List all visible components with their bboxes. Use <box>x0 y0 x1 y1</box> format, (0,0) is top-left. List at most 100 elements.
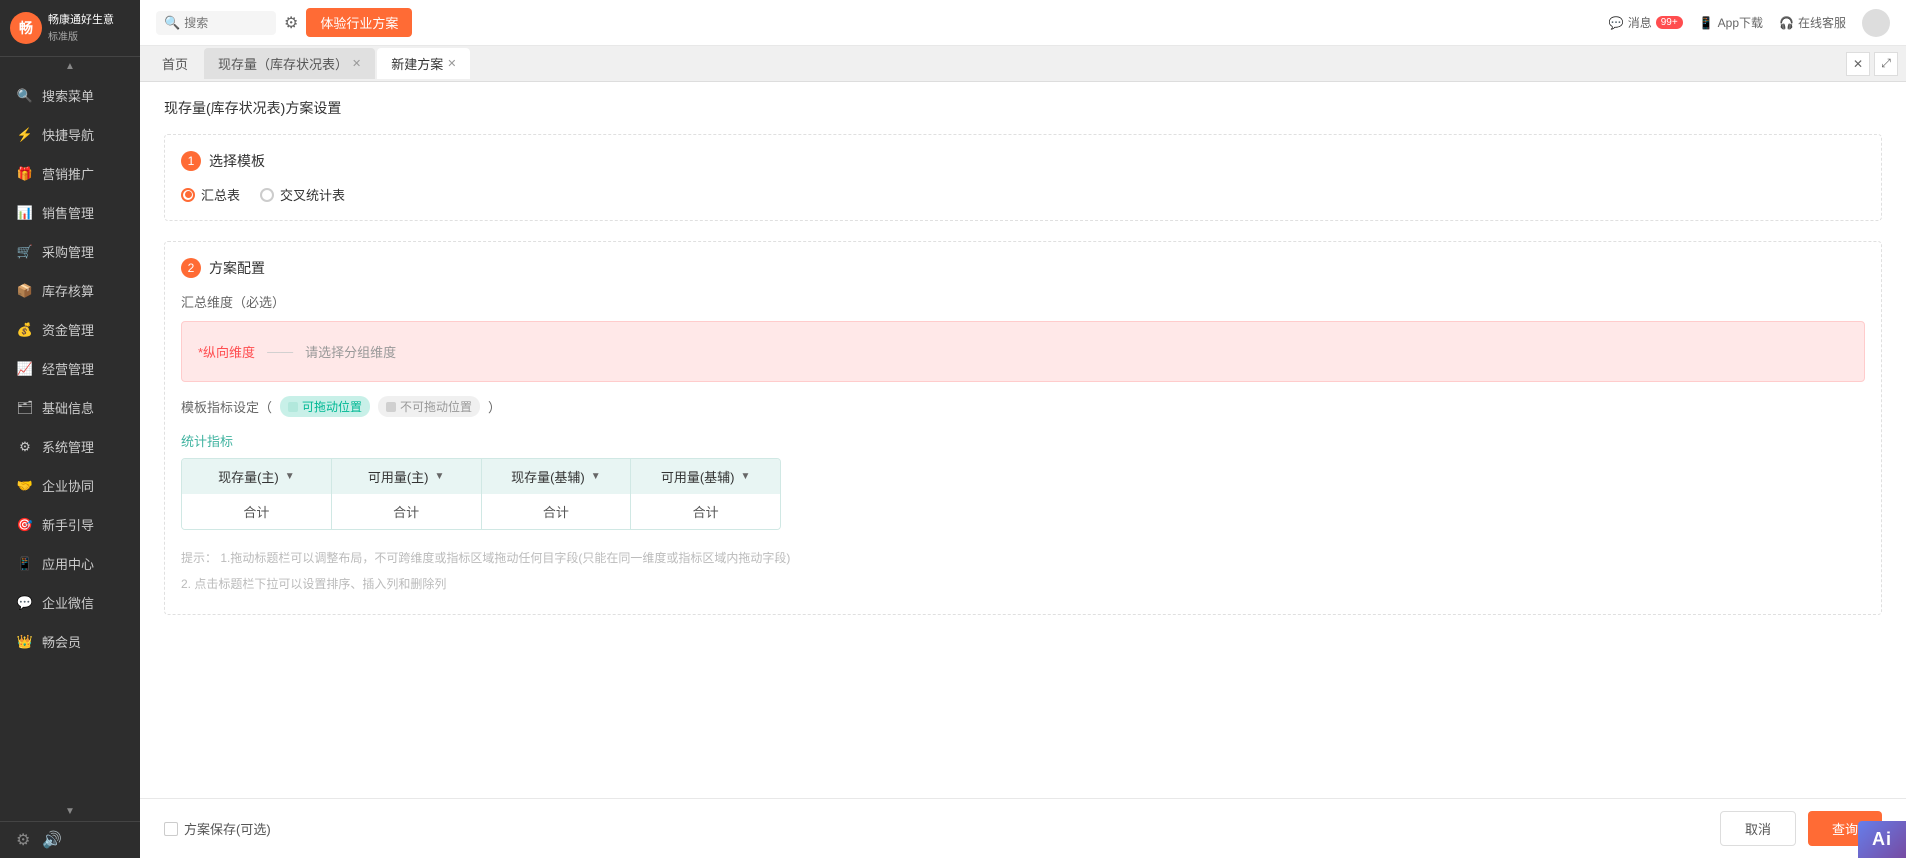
app-logo-icon: 畅 <box>10 12 42 44</box>
tab-home[interactable]: 首页 <box>148 48 202 79</box>
sidebar-item-member[interactable]: 👑 畅会员 <box>0 622 140 661</box>
finance-icon: 💰 <box>16 321 34 339</box>
stats-col-0-header[interactable]: 现存量(主) ▼ <box>182 459 332 494</box>
stats-header-row: 现存量(主) ▼ 可用量(主) ▼ 现存量(基辅) ▼ 可用量(基辅) <box>182 459 780 494</box>
sidebar-item-operations[interactable]: 📈 经营管理 <box>0 349 140 388</box>
sidebar: 畅 畅康通好生意 标准版 ▲ 🔍 搜索菜单 ⚡ 快捷导航 🎁 营销推广 📊 销售… <box>0 0 140 858</box>
search-input[interactable] <box>184 16 264 30</box>
chevron-down-icon-3: ▼ <box>741 471 751 482</box>
sidebar-item-marketing[interactable]: 🎁 营销推广 <box>0 154 140 193</box>
chevron-down-icon-2: ▼ <box>591 471 601 482</box>
tab-new-plan-close-icon[interactable]: ✕ <box>447 57 456 70</box>
sidebar-item-quicknav[interactable]: ⚡ 快捷导航 <box>0 115 140 154</box>
topbar-search-box[interactable]: 🔍 <box>156 11 276 35</box>
sidebar-item-newbie[interactable]: 🎯 新手引导 <box>0 505 140 544</box>
stats-col-1-header[interactable]: 可用量(主) ▼ <box>332 459 482 494</box>
section2-number: 2 <box>181 258 201 278</box>
tips-section: 提示： 1.拖动标题栏可以调整布局，不可跨维度或指标区域拖动任何目字段(只能在同… <box>181 546 1865 596</box>
save-checkbox-label: 方案保存(可选) <box>184 819 271 838</box>
system-icon: ⚙ <box>16 438 34 456</box>
settings-icon[interactable]: ⚙ <box>16 830 30 850</box>
volume-icon[interactable]: 🔊 <box>42 830 62 850</box>
marketing-icon: 🎁 <box>16 165 34 183</box>
basic-info-icon: 🗂 <box>16 399 34 417</box>
section1-number: 1 <box>181 151 201 171</box>
avatar[interactable] <box>1862 9 1890 37</box>
stats-title: 统计指标 <box>181 431 1865 450</box>
dimension-row: *纵向维度 —— 请选择分组维度 <box>198 342 1848 361</box>
panel-close-btn[interactable]: ✕ <box>1846 52 1870 76</box>
sidebar-item-sales[interactable]: 📊 销售管理 <box>0 193 140 232</box>
stats-col-3-header[interactable]: 可用量(基辅) ▼ <box>631 459 780 494</box>
wechat-icon: 💬 <box>16 594 34 612</box>
messages-btn[interactable]: 💬 消息 99+ <box>1609 14 1683 31</box>
cancel-button[interactable]: 取消 <box>1720 811 1796 846</box>
radio-crosstab[interactable]: 交叉统计表 <box>260 185 345 204</box>
member-icon: 👑 <box>16 633 34 651</box>
draggable-badge: 可拖动位置 <box>280 396 370 417</box>
topbar-right: 💬 消息 99+ 📱 App下载 🎧 在线客服 <box>1609 9 1890 37</box>
sidebar-item-basic[interactable]: 🗂 基础信息 <box>0 388 140 427</box>
sidebar-item-enterprise[interactable]: 🤝 企业协同 <box>0 466 140 505</box>
save-checkbox[interactable] <box>164 822 178 836</box>
search-icon: 🔍 <box>164 15 180 31</box>
sidebar-item-inventory[interactable]: 📦 库存核算 <box>0 271 140 310</box>
app-download-icon: 📱 <box>1699 16 1714 30</box>
headset-icon: 🎧 <box>1779 16 1794 30</box>
dimension-divider: —— <box>267 344 293 359</box>
quicknav-icon: ⚡ <box>16 126 34 144</box>
enterprise-icon: 🤝 <box>16 477 34 495</box>
app-logo-text: 畅康通好生意 标准版 <box>48 13 114 43</box>
chevron-down-icon-1: ▼ <box>435 471 445 482</box>
radio-summary-table[interactable]: 汇总表 <box>181 185 240 204</box>
tab-inventory-close-icon[interactable]: ✕ <box>352 57 361 70</box>
dimension-required-label: *纵向维度 <box>198 342 255 361</box>
sidebar-item-apps[interactable]: 📱 应用中心 <box>0 544 140 583</box>
search-menu-icon: 🔍 <box>16 87 34 105</box>
ai-badge[interactable]: Ai <box>1858 821 1906 858</box>
sidebar-scroll-down[interactable]: ▼ <box>0 802 140 821</box>
sidebar-nav: 🔍 搜索菜单 ⚡ 快捷导航 🎁 营销推广 📊 销售管理 🛒 采购管理 📦 库存核… <box>0 76 140 802</box>
chevron-down-icon-0: ▼ <box>285 471 295 482</box>
messages-badge: 99+ <box>1656 16 1683 29</box>
operations-icon: 📈 <box>16 360 34 378</box>
stats-section: 统计指标 现存量(主) ▼ 可用量(主) ▼ 现存量(基辅) <box>181 431 1865 530</box>
panel-expand-btn[interactable]: ⤢ <box>1874 52 1898 76</box>
tab-new-plan[interactable]: 新建方案 ✕ <box>377 48 470 79</box>
section-template: 1 选择模板 汇总表 交叉统计表 <box>164 134 1882 221</box>
sidebar-logo: 畅 畅康通好生意 标准版 <box>0 0 140 57</box>
newbie-icon: 🎯 <box>16 516 34 534</box>
sales-icon: 📊 <box>16 204 34 222</box>
section1-header: 1 选择模板 <box>181 151 1865 171</box>
radio-summary-circle <box>181 188 195 202</box>
dimension-area[interactable]: *纵向维度 —— 请选择分组维度 <box>181 321 1865 382</box>
gear-icon[interactable]: ⚙ <box>284 13 298 33</box>
inventory-icon: 📦 <box>16 282 34 300</box>
radio-crosstab-circle <box>260 188 274 202</box>
sidebar-item-wechat[interactable]: 💬 企业微信 <box>0 583 140 622</box>
sidebar-item-finance[interactable]: 💰 资金管理 <box>0 310 140 349</box>
sidebar-bottom: ⚙ 🔊 <box>0 821 140 858</box>
section1-title: 选择模板 <box>209 151 265 171</box>
dimension-sublabel: 汇总维度（必选） <box>181 292 1865 311</box>
sidebar-item-purchase[interactable]: 🛒 采购管理 <box>0 232 140 271</box>
sidebar-item-search[interactable]: 🔍 搜索菜单 <box>0 76 140 115</box>
stats-cell-3: 合计 <box>631 494 780 529</box>
indicator-settings-label: 模板指标设定（ 可拖动位置 不可拖动位置 ） <box>181 396 1865 417</box>
stats-col-2-header[interactable]: 现存量(基辅) ▼ <box>482 459 632 494</box>
main-content: 现存量(库存状况表)方案设置 1 选择模板 汇总表 交叉统计表 2 <box>140 82 1906 798</box>
tabs-bar: 首页 现存量（库存状况表） ✕ 新建方案 ✕ ✕ ⤢ <box>140 46 1906 82</box>
section-plan-config: 2 方案配置 汇总维度（必选） *纵向维度 —— 请选择分组维度 模板指标设定（ <box>164 241 1882 615</box>
app-download-btn[interactable]: 📱 App下载 <box>1699 14 1763 31</box>
trial-btn[interactable]: 体验行业方案 <box>306 8 412 37</box>
apps-icon: 📱 <box>16 555 34 573</box>
tab-inventory-status[interactable]: 现存量（库存状况表） ✕ <box>204 48 375 79</box>
footer: 方案保存(可选) 取消 查询 <box>140 798 1906 858</box>
section2-header: 2 方案配置 <box>181 258 1865 278</box>
sidebar-scroll-up[interactable]: ▲ <box>0 57 140 76</box>
sidebar-item-system[interactable]: ⚙ 系统管理 <box>0 427 140 466</box>
topbar: 🔍 ⚙ 体验行业方案 💬 消息 99+ 📱 App下载 🎧 在线客服 <box>140 0 1906 46</box>
online-service-btn[interactable]: 🎧 在线客服 <box>1779 14 1846 31</box>
non-draggable-badge: 不可拖动位置 <box>378 396 480 417</box>
save-checkbox-row[interactable]: 方案保存(可选) <box>164 819 271 838</box>
